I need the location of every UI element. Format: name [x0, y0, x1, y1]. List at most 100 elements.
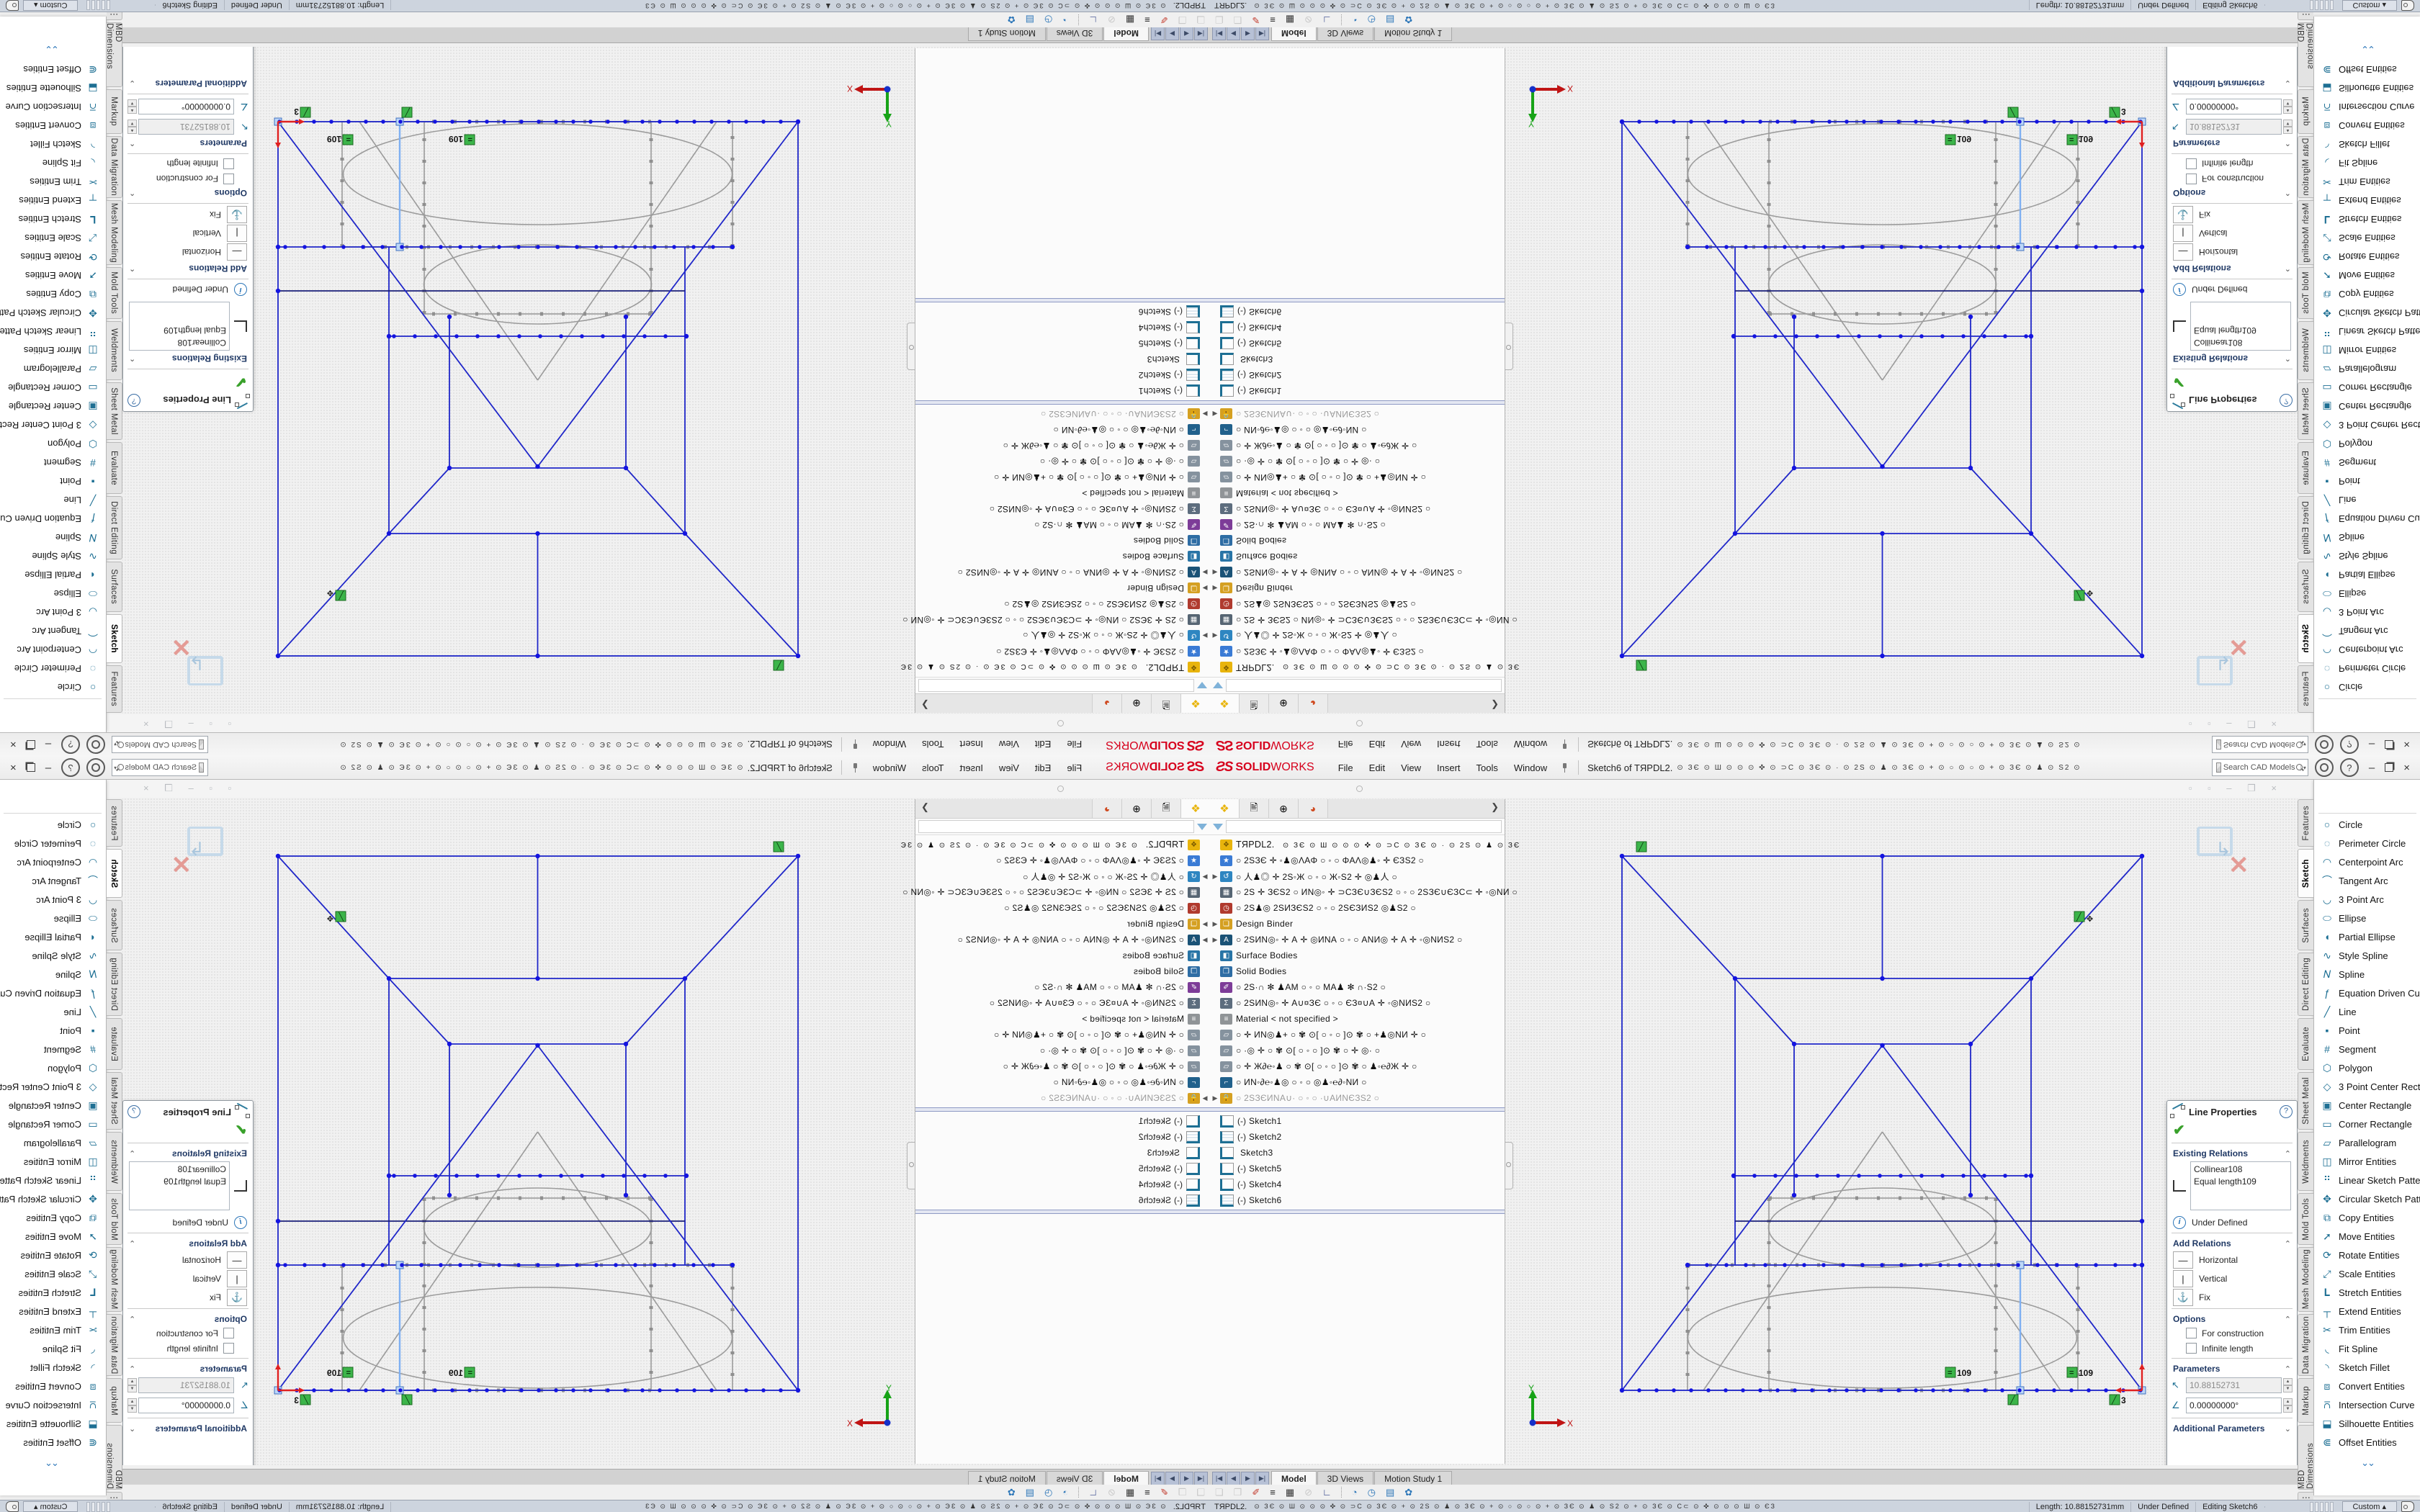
panel-help-icon[interactable]: ? — [127, 394, 140, 407]
unit-system-dropdown[interactable]: Custom ▴ — [23, 0, 79, 11]
tab-scroll-buttons[interactable]: |◀◀▶▶| — [1212, 1472, 1270, 1485]
ok-check-icon[interactable]: ✔ — [2167, 1121, 2297, 1140]
tool-centerpoint-arc[interactable]: ◠Centerpoint Arc — [2314, 641, 2420, 660]
tree-item-annotations[interactable]: ▶A○ 2SИN◎◦ ✛ А ✛ ◎ИNА ○ ◦ ○ АNИ◎ ✛ А ✛ ◦… — [1210, 932, 1505, 948]
tool-polygon[interactable]: ⬡Polygon — [2314, 1058, 2420, 1077]
tool-fit-spline[interactable]: ◟Fit Spline — [2314, 154, 2420, 173]
close-button[interactable]: × — [10, 762, 17, 774]
workbench-tab-weldments[interactable]: Weldments — [2298, 1132, 2313, 1191]
checkbox-icon[interactable] — [223, 1343, 234, 1354]
tool-mirror-entities[interactable]: ◫Mirror Entities — [0, 1152, 106, 1171]
tool-mirror-entities[interactable]: ◫Mirror Entities — [0, 341, 106, 360]
section-parameters[interactable]: Parameters⌃ — [2167, 137, 2297, 151]
ok-check-icon[interactable]: ✔ — [123, 372, 253, 391]
section-add-relations[interactable]: Add Relations⌃ — [2167, 262, 2297, 276]
minimize-button[interactable]: – — [45, 739, 51, 751]
tree-filter-input[interactable] — [918, 820, 1194, 833]
tree-item-sketch[interactable]: (-)Sketch1 — [1210, 383, 1505, 399]
tab-configurationmanager[interactable]: ⊕ — [1121, 799, 1151, 818]
filter-disabled-icon[interactable]: ⊘ — [1108, 14, 1116, 26]
table-grid-icon[interactable]: ▦ — [1126, 1487, 1134, 1498]
length-spinner[interactable]: ▲▼ — [127, 1378, 137, 1392]
tab-propertymanager[interactable]: 🖹 — [1240, 694, 1269, 713]
workbench-tab-sketch[interactable]: Sketch — [2298, 849, 2313, 898]
section-additional-parameters[interactable]: Additional Parameters⌄ — [2167, 77, 2297, 91]
gear-icon[interactable]: ✿ — [1008, 14, 1016, 26]
tool-scale-entities[interactable]: ⤢Scale Entities — [0, 229, 106, 248]
tree-item-markups[interactable]: ✐○ 2S·∩ ✻ ♟АМ ○ ◦ ○ МА♟ ✻ ∩·S2 ○ — [915, 979, 1210, 995]
tree-item-plane[interactable]: ▱○ ✛ Ж∂℮◦♟ ○ ✾ ⊙[ ○ ◦ ○ ]⊙ ✾ ○ ♟◦℮∂Ж ✛ ○ — [915, 438, 1210, 454]
tree-item-locked-folder[interactable]: ▶🔒○ 2SЗЄИNА∪· ○ ◦ ○ ·∪АИNЄЗS2 ○ — [915, 406, 1210, 422]
expand-arrow-icon[interactable]: ▶ — [1210, 873, 1220, 881]
workbench-tab-sheet-metal[interactable]: Sheet Metal — [107, 382, 122, 440]
tool-silhouette-entities[interactable]: ⬓Silhouette Entities — [2314, 79, 2420, 98]
child-window-controls[interactable]: ▫ ▫ – ❐ × — [137, 783, 231, 794]
tool-tangent-arc[interactable]: ⌒Tangent Arc — [0, 871, 106, 890]
tool-tangent-arc[interactable]: ⌒Tangent Arc — [0, 622, 106, 641]
sheets-icon[interactable]: ❐ — [1234, 14, 1242, 26]
length-field[interactable]: 10.88152731 — [138, 1377, 234, 1393]
tree-item-design-binder[interactable]: ▶❏Design Binder — [1210, 916, 1505, 932]
tree-item-plane[interactable]: ▱○ ·◎ ✛ ○ ✾ ⊙[ ○ ◦ ○ ]⊙ ✾ ○ ✛ ◎· ○ — [1210, 454, 1505, 469]
tree-item-equations[interactable]: Σ○ 2SИN◎◦ ✛ А∪¤ЗЄ ○ ◦ ○ ЄЗ¤∪А ✛ ◦◎NИS2 ○ — [1210, 995, 1505, 1011]
filter-sheet-icon[interactable]: ❏ — [1215, 1487, 1224, 1498]
workbench-tab-mbd-dimensions[interactable]: MBD Dimensions — [2298, 1425, 2313, 1490]
tool-offset-entities[interactable]: ⋐Offset Entities — [2314, 60, 2420, 79]
workbench-tab-data-migration[interactable]: Data Migration — [107, 1314, 122, 1376]
tool-ellipse[interactable]: ⬭Ellipse — [2314, 585, 2420, 603]
folder-settings-icon[interactable]: ▤ — [1386, 14, 1394, 26]
tool-stretch-entities[interactable]: 𝐋Stretch Entities — [0, 210, 106, 229]
add-relation-vertical[interactable]: |Vertical — [2173, 225, 2291, 242]
length-field[interactable]: 10.88152731 — [2186, 1377, 2282, 1393]
expand-arrow-icon[interactable]: ▶ — [1200, 410, 1210, 418]
active-sketch-entities[interactable] — [278, 122, 798, 656]
active-sketch-entities[interactable] — [1622, 122, 2142, 656]
tool-move-entities[interactable]: ➚Move Entities — [2314, 266, 2420, 285]
doc-tab-model[interactable]: Model — [1103, 1471, 1149, 1485]
section-add-relations[interactable]: Add Relations⌃ — [123, 1236, 253, 1250]
menu-view[interactable]: View — [991, 760, 1027, 776]
mate-gear-icon[interactable]: ◔ — [1352, 14, 1358, 25]
tree-collapse-handle[interactable] — [1505, 323, 1513, 370]
menu-tools[interactable]: Tools — [1469, 737, 1506, 753]
close-button[interactable]: × — [10, 739, 17, 751]
axis-icon[interactable]: ∟ — [1088, 14, 1098, 25]
workbench-tab-mbd-dimensions[interactable]: MBD Dimensions — [107, 1425, 122, 1490]
tool-centerpoint-arc[interactable]: ◠Centerpoint Arc — [0, 852, 106, 871]
tree-root-item[interactable]: ❖ TЯPDL2. ⊙ ЗЄ ⊙ Ш ⊙ ⊙ ⊙ ✜ ⊙ ⊃C ⊙ ЗЄ ⊙ ·… — [1210, 837, 1505, 852]
tab-scroll-icon[interactable]: ◀ — [1227, 1472, 1240, 1485]
tree-item-equations[interactable]: Σ○ 2SИN◎◦ ✛ А∪¤ЗЄ ○ ◦ ○ ЄЗ¤∪А ✛ ◦◎NИS2 ○ — [1210, 501, 1505, 517]
filter-disabled-icon[interactable]: ⊘ — [1304, 14, 1312, 26]
tool-sketch-fillet[interactable]: ◝Sketch Fillet — [0, 135, 106, 154]
pin-menu-icon[interactable] — [851, 762, 861, 773]
tab-scroll-icon[interactable]: |◀ — [1212, 1472, 1226, 1485]
option-0[interactable]: For construction — [123, 1326, 253, 1341]
doc-tab-motion-study-1[interactable]: Motion Study 1 — [968, 27, 1046, 41]
unit-system-dropdown[interactable]: Custom ▴ — [2342, 0, 2398, 11]
tool-move-entities[interactable]: ➚Move Entities — [0, 266, 106, 285]
tab-featuremanager[interactable]: ❖ — [1180, 799, 1210, 818]
tool-intersection-curve[interactable]: ⩃Intersection Curve — [2314, 98, 2420, 117]
tool-polygon[interactable]: ⬡Polygon — [0, 435, 106, 454]
tool-ellipse[interactable]: ⬭Ellipse — [0, 585, 106, 603]
angle-spinner[interactable]: ▲▼ — [127, 1398, 137, 1413]
minimize-button[interactable]: – — [2369, 739, 2375, 751]
tab-propertymanager[interactable]: 🖹 — [1151, 799, 1180, 818]
paintbrush-icon[interactable]: ✐ — [1252, 1487, 1260, 1498]
axis-icon[interactable]: ∟ — [1322, 14, 1332, 25]
search-icon[interactable] — [2295, 763, 2299, 773]
tool-move-entities[interactable]: ➚Move Entities — [0, 1227, 106, 1246]
relation-list-item[interactable]: Collinear108 — [2194, 336, 2287, 348]
tool-centerpoint-arc[interactable]: ◠Centerpoint Arc — [0, 641, 106, 660]
relation-list-item[interactable]: Collinear108 — [133, 1164, 226, 1176]
tool-convert-entities[interactable]: ⧈Convert Entities — [0, 117, 106, 135]
length-spinner[interactable]: ▲▼ — [2283, 1378, 2293, 1392]
tree-item-material[interactable]: ≡Material < not specified > — [915, 1011, 1210, 1027]
section-additional-parameters[interactable]: Additional Parameters⌄ — [2167, 1421, 2297, 1435]
menu-file[interactable]: File — [1059, 760, 1090, 776]
tree-item-locked-folder[interactable]: ▶🔒○ 2SЗЄИNА∪· ○ ◦ ○ ·∪АИNЄЗS2 ○ — [915, 1090, 1210, 1106]
tree-item-history[interactable]: ▶↺○ 人♟◎ ✛ 2S◦Ж ○ ◦ ○ Ж◦S2 ✛ ◎♟人 ○ — [1210, 628, 1505, 644]
tree-item-locked-folder[interactable]: ▶🔒○ 2SЗЄИNА∪· ○ ◦ ○ ·∪АИNЄЗS2 ○ — [1210, 1090, 1505, 1106]
workbench-tab-sheet-metal[interactable]: Sheet Metal — [2298, 382, 2313, 440]
tool-fit-spline[interactable]: ◟Fit Spline — [0, 1339, 106, 1358]
